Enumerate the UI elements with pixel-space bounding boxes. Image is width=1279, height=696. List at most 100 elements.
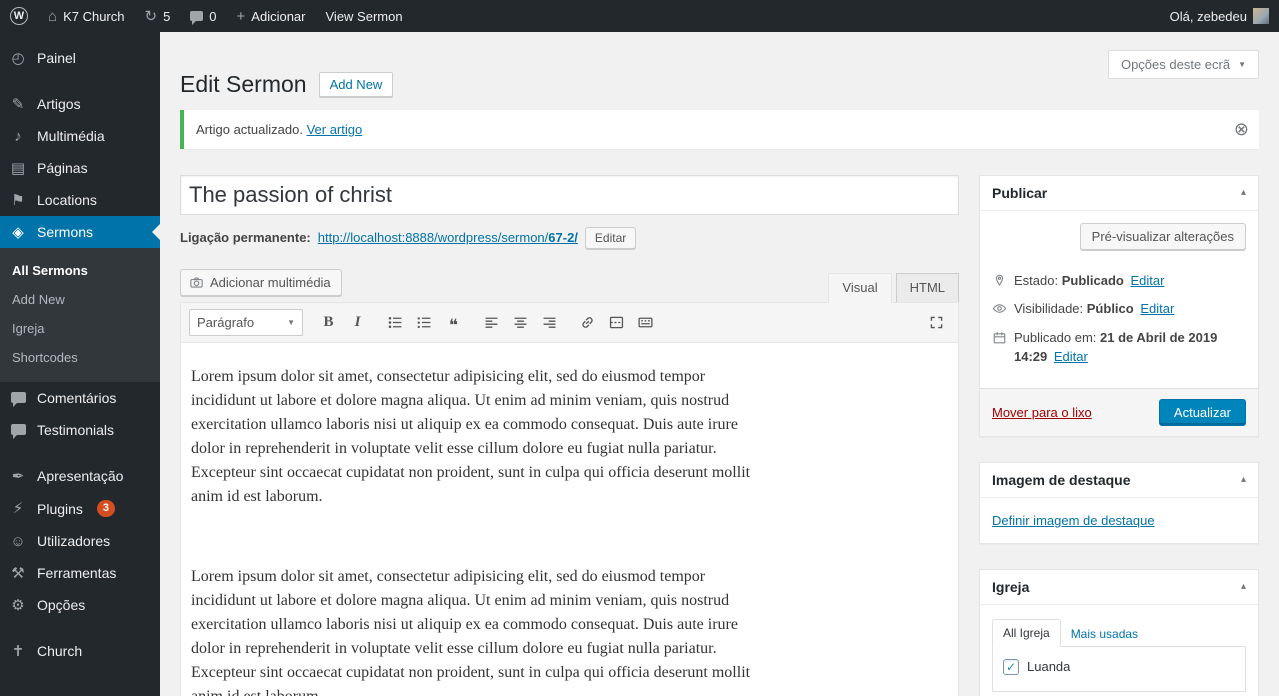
dismiss-icon: ⊗ [1233,119,1249,140]
featured-image-panel: Imagem de destaque ▴ Definir imagem de d… [979,461,1259,544]
tab-all-igreja[interactable]: All Igreja [992,618,1061,647]
settings-icon: ⚙ [11,596,25,614]
my-account-menu[interactable]: Olá, zebedeu [1160,0,1279,32]
numbered-list-button[interactable] [411,310,438,335]
fullscreen-button[interactable] [923,310,950,335]
toolbar-toggle-icon [638,317,653,328]
align-left-button[interactable] [478,310,505,335]
term-label: Luanda [1027,659,1071,675]
comments-menu[interactable]: 0 [180,0,226,32]
sidebar-item-locations[interactable]: ⚑ Locations [0,184,160,216]
view-post-link[interactable]: Ver artigo [307,122,363,137]
permalink-link[interactable]: http://localhost:8888/wordpress/sermon/6… [318,230,578,245]
link-button[interactable] [574,310,601,335]
admin-bar-right: Olá, zebedeu [1160,0,1279,32]
sidebar-item-plugins[interactable]: ⚡ Plugins 3 [0,492,160,525]
igreja-term-list: ✓ Luanda [992,645,1246,692]
status-value: Publicado [1061,272,1124,288]
sidebar-item-comentarios[interactable]: Comentários [0,382,160,414]
chevron-down-icon: ▼ [1238,60,1246,69]
sidebar-item-ferramentas[interactable]: ⚒ Ferramentas [0,557,160,589]
collapse-icon: ▴ [1240,581,1246,593]
align-center-icon [514,317,527,328]
screen-options-button[interactable]: Opções deste ecrã ▼ [1107,50,1259,79]
post-title-input[interactable] [180,174,959,215]
sidebar-item-multimedia[interactable]: ♪ Multimédia [0,120,160,152]
updates-menu[interactable]: ↻ 5 [134,0,180,32]
publish-panel-title: Publicar [992,184,1048,201]
paragraph-format-select[interactable]: Parágrafo ▼ [189,308,303,336]
edit-status-link[interactable]: Editar [1130,273,1164,288]
sidebar-item-opcoes[interactable]: ⚙ Opções [0,589,160,621]
set-featured-image-link[interactable]: Definir imagem de destaque [992,513,1155,528]
view-sermon-link[interactable]: View Sermon [316,0,413,32]
editor-column: Ligação permanente: http://localhost:888… [180,174,959,696]
edit-permalink-button[interactable]: Editar [584,226,637,249]
sidebar-subitem-shortcodes[interactable]: Shortcodes [0,343,160,372]
read-more-button[interactable] [603,310,630,335]
sidebar-item-sermons[interactable]: ◈ Sermons [0,216,160,248]
settings-column: Publicar ▴ Pré-visualizar alterações Est… [979,174,1259,696]
users-icon: ☺ [10,532,26,550]
sidebar-subitem-add-new[interactable]: Add New [0,285,160,314]
move-to-trash-link[interactable]: Mover para o lixo [992,405,1092,420]
preview-changes-button[interactable]: Pré-visualizar alterações [1079,222,1246,250]
blockquote-button[interactable]: ❝ [440,310,467,335]
edit-visibility-link[interactable]: Editar [1140,301,1174,316]
camera-icon [190,277,203,288]
dashboard-icon: ◴ [11,49,25,67]
wordpress-logo-menu[interactable]: W [0,0,38,32]
admin-bar-left: W ⌂ K7 Church ↻ 5 0 + Adicionar View Ser… [0,0,413,32]
sidebar-item-paginas[interactable]: ▤ Páginas [0,152,160,184]
toolbar-toggle-button[interactable] [632,310,659,335]
sidebar-item-utilizadores[interactable]: ☺ Utilizadores [0,525,160,557]
align-center-button[interactable] [507,310,534,335]
add-media-button[interactable]: Adicionar multimédia [180,268,342,296]
publish-panel-header[interactable]: Publicar ▴ [980,176,1258,211]
bullet-list-button[interactable] [382,310,409,335]
new-content-menu[interactable]: + Adicionar [227,0,316,32]
sidebar-item-painel[interactable]: ◴ Painel [0,42,160,74]
media-icon: ♪ [14,127,22,145]
sidebar-subitem-igreja[interactable]: Igreja [0,314,160,343]
editor-mode-tabs: Visual HTML [824,272,959,303]
edit-date-link[interactable]: Editar [1054,349,1088,364]
pages-icon: ▤ [10,159,26,177]
permalink-row: Ligação permanente: http://localhost:888… [180,226,959,249]
sidebar-item-artigos[interactable]: ✎ Artigos [0,88,160,120]
tab-html[interactable]: HTML [895,272,959,302]
site-name-menu[interactable]: ⌂ K7 Church [38,0,134,32]
sidebar-item-testimonials[interactable]: Testimonials [0,414,160,446]
update-button[interactable]: Actualizar [1158,398,1246,426]
sidebar-item-apresentacao[interactable]: ✒ Apresentação [0,460,160,492]
link-icon [582,317,593,328]
publish-panel-body: Pré-visualizar alterações Estado: Public… [980,211,1258,388]
success-notice: Artigo actualizado. Ver artigo ⊗ [180,109,1259,149]
tab-visual[interactable]: Visual [828,272,892,303]
page-header: Edit Sermon Add New [180,70,1259,100]
igreja-panel-body: All Igreja Mais usadas ✓ Luanda [980,605,1258,696]
featured-image-panel-header[interactable]: Imagem de destaque ▴ [980,463,1258,498]
sidebar-subitem-all-sermons[interactable]: All Sermons [0,256,160,285]
igreja-panel-header[interactable]: Igreja ▴ [980,570,1258,605]
admin-menu: ◴ Painel ✎ Artigos ♪ Multimédia ▤ Página… [0,32,160,696]
term-row-luanda: ✓ Luanda [1003,658,1235,675]
editor-content[interactable]: Lorem ipsum dolor sit amet, consectetur … [181,342,958,696]
sermons-icon: ◈ [12,223,24,241]
featured-image-panel-title: Imagem de destaque [992,471,1131,488]
igreja-tabs: All Igreja Mais usadas [992,617,1246,647]
sidebar-item-church[interactable]: ✝ Church [0,635,160,667]
add-new-button[interactable]: Add New [318,72,394,98]
align-right-button[interactable] [536,310,563,335]
bold-button[interactable]: B [315,310,342,335]
dismiss-notice-button[interactable]: ⊗ [1234,120,1249,138]
tab-mais-usadas[interactable]: Mais usadas [1061,621,1148,647]
plus-icon: + [236,7,246,25]
visibility-value: Público [1086,301,1134,317]
posts-icon: ✎ [11,95,25,113]
term-checkbox[interactable]: ✓ [1003,658,1019,675]
comments-icon [8,391,28,407]
view-sermon-label: View Sermon [325,8,403,24]
new-content-label: Adicionar [251,8,306,24]
italic-button[interactable]: I [344,310,371,335]
